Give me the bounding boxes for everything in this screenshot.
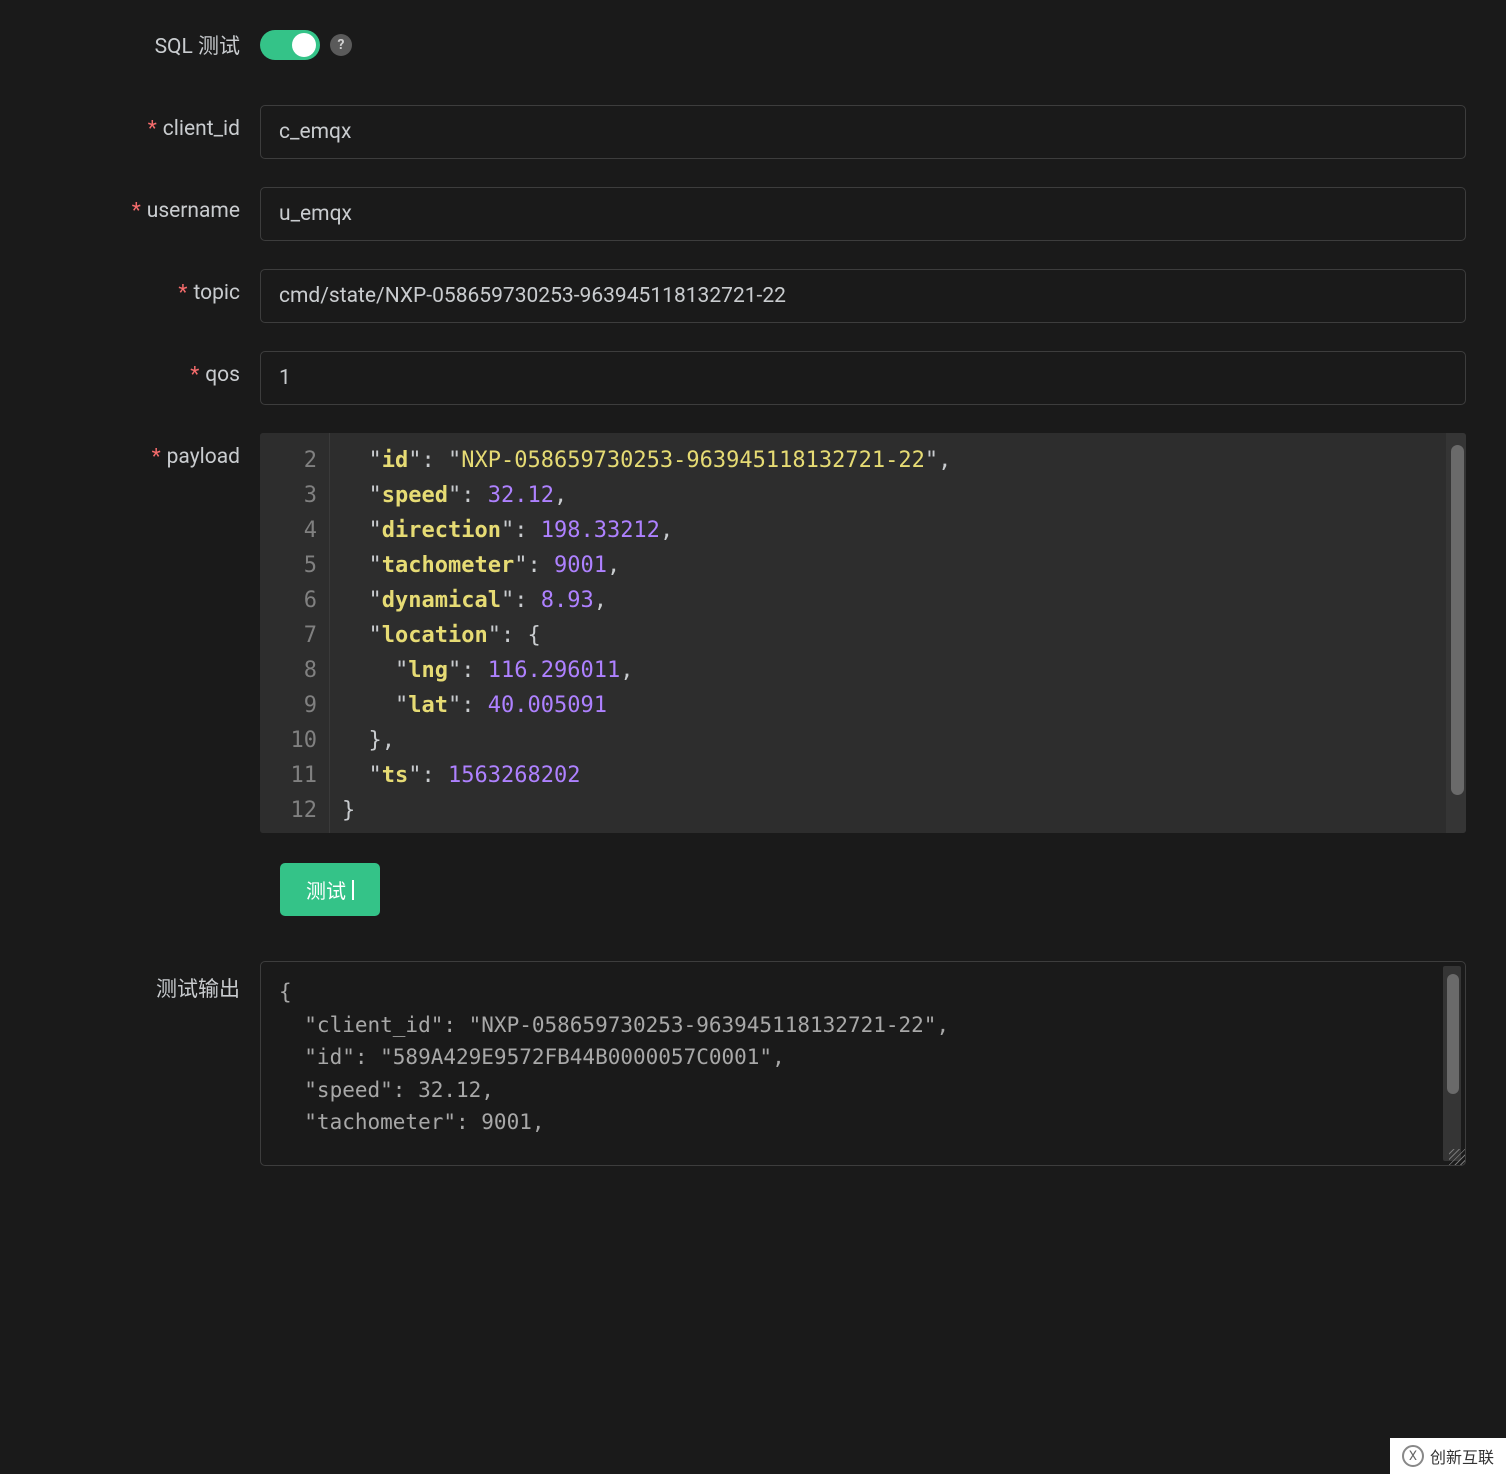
sql-test-label: SQL 测试 — [40, 30, 260, 60]
watermark-text: 创新互联 — [1430, 1444, 1494, 1468]
required-mark: * — [132, 199, 141, 223]
line-number: 11 — [280, 758, 317, 793]
code-line[interactable]: "tachometer": 9001, — [342, 548, 1454, 583]
username-input[interactable] — [260, 187, 1466, 241]
qos-label: *qos — [40, 351, 260, 387]
code-line[interactable]: "speed": 32.12, — [342, 478, 1454, 513]
output-resize-handle[interactable] — [1449, 1149, 1465, 1165]
code-line[interactable]: "ts": 1563268202 — [342, 758, 1454, 793]
required-mark: * — [190, 363, 199, 387]
required-mark: * — [148, 117, 157, 141]
editor-content[interactable]: "id": "NXP-058659730253-963945118132721-… — [330, 433, 1466, 833]
line-number: 9 — [280, 688, 317, 723]
line-number: 12 — [280, 793, 317, 828]
editor-scrollbar-thumb[interactable] — [1451, 445, 1464, 795]
client-id-label: *client_id — [40, 105, 260, 141]
test-button[interactable]: 测试 — [280, 863, 380, 916]
payload-label: *payload — [40, 433, 260, 469]
line-number: 8 — [280, 653, 317, 688]
code-line[interactable]: "lat": 40.005091 — [342, 688, 1454, 723]
payload-editor[interactable]: 23456789101112 "id": "NXP-058659730253-9… — [260, 433, 1466, 833]
required-mark: * — [152, 445, 161, 469]
code-line[interactable]: "lng": 116.296011, — [342, 653, 1454, 688]
line-number: 6 — [280, 583, 317, 618]
code-line[interactable]: } — [342, 793, 1454, 828]
code-line[interactable]: }, — [342, 723, 1454, 758]
sql-test-toggle[interactable] — [260, 30, 320, 60]
line-number: 7 — [280, 618, 317, 653]
topic-label: *topic — [40, 269, 260, 305]
line-number: 2 — [280, 443, 317, 478]
toggle-knob — [292, 33, 316, 57]
client-id-input[interactable] — [260, 105, 1466, 159]
output-label: 测试输出 — [40, 961, 260, 1003]
code-line[interactable]: "id": "NXP-058659730253-963945118132721-… — [342, 443, 1454, 478]
editor-gutter: 23456789101112 — [260, 433, 330, 833]
output-textarea[interactable]: { "client_id": "NXP-058659730253-9639451… — [260, 961, 1466, 1166]
line-number: 5 — [280, 548, 317, 583]
required-mark: * — [178, 281, 187, 305]
topic-input[interactable] — [260, 269, 1466, 323]
username-label: *username — [40, 187, 260, 223]
watermark-logo-icon: X — [1402, 1445, 1424, 1467]
code-line[interactable]: "dynamical": 8.93, — [342, 583, 1454, 618]
line-number: 3 — [280, 478, 317, 513]
code-line[interactable]: "direction": 198.33212, — [342, 513, 1454, 548]
help-icon[interactable]: ? — [330, 34, 352, 56]
editor-scrollbar[interactable] — [1446, 433, 1466, 833]
output-scrollbar-thumb[interactable] — [1447, 974, 1459, 1094]
output-scrollbar[interactable] — [1443, 966, 1461, 1161]
line-number: 10 — [280, 723, 317, 758]
qos-input[interactable] — [260, 351, 1466, 405]
code-line[interactable]: "location": { — [342, 618, 1454, 653]
watermark: X 创新互联 — [1390, 1438, 1506, 1474]
line-number: 4 — [280, 513, 317, 548]
